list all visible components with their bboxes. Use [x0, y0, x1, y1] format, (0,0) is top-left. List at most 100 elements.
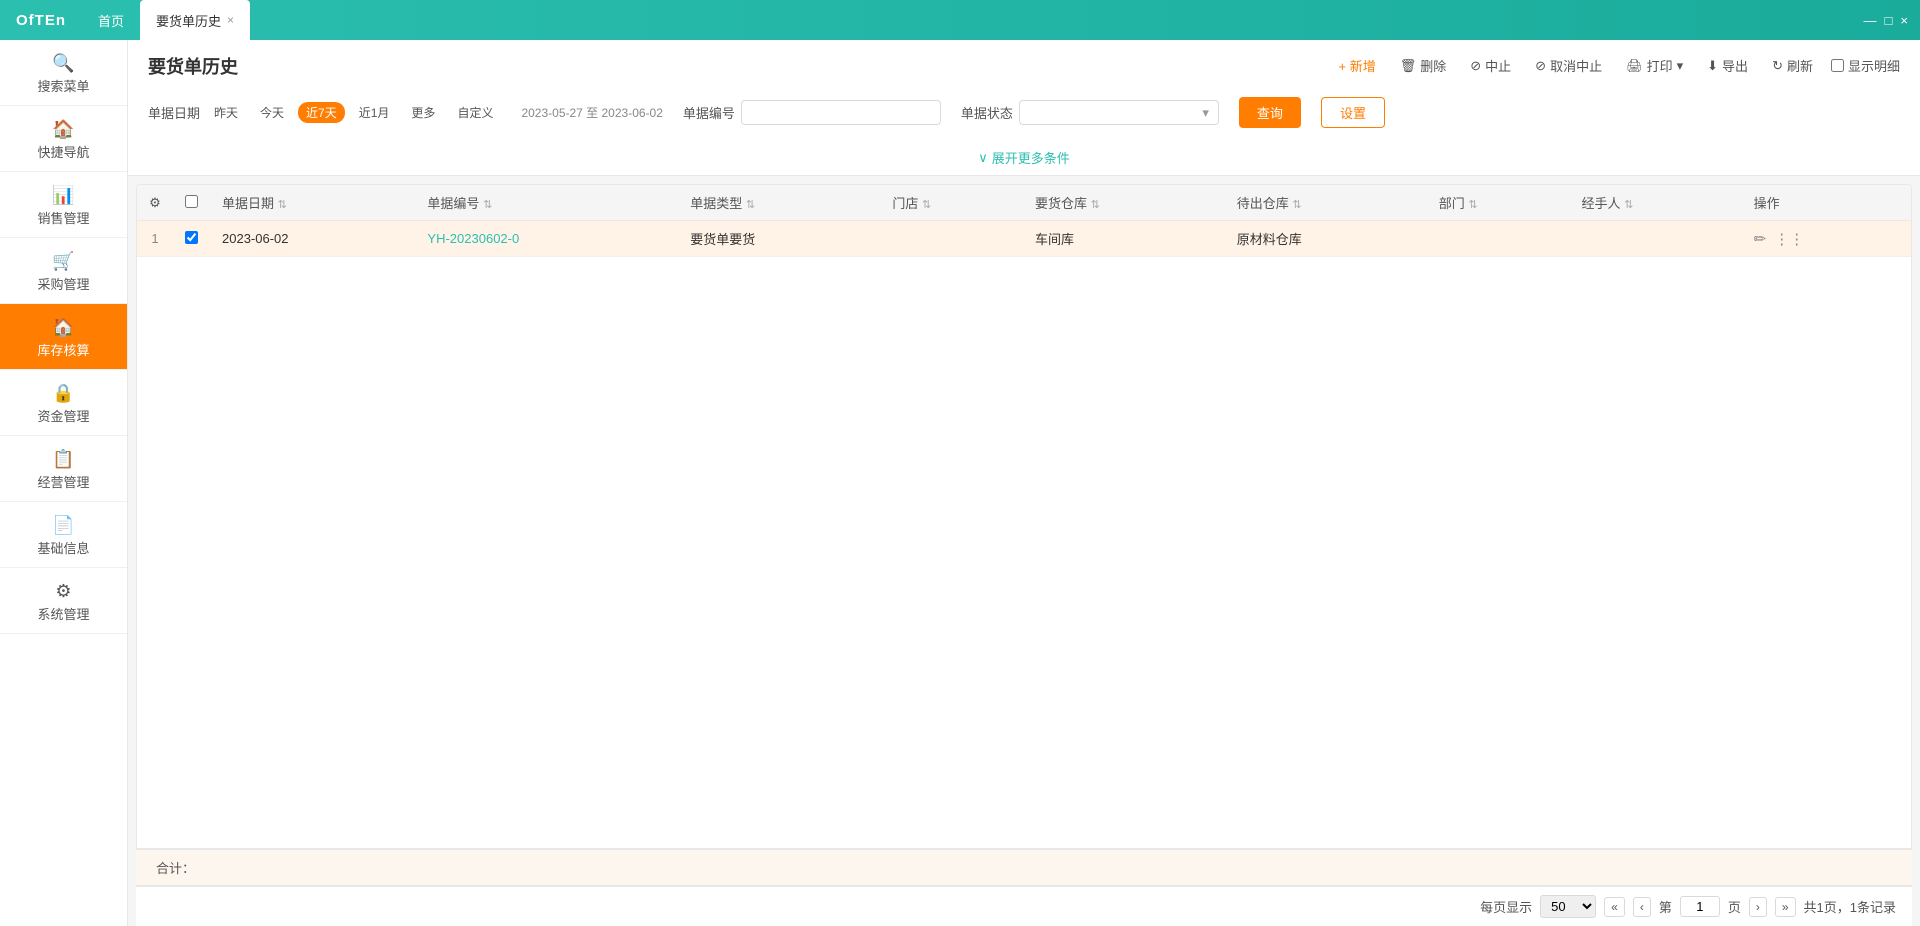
- sort-date-icon: ⇅: [278, 199, 287, 211]
- date-btn-last-month[interactable]: 近1月: [351, 102, 398, 123]
- sidebar-item-operations[interactable]: 📋 经营管理: [0, 436, 127, 502]
- tab-home[interactable]: 首页: [82, 0, 140, 40]
- expand-more-button[interactable]: ∨ 展开更多条件: [978, 148, 1070, 167]
- last-page-btn[interactable]: »: [1775, 897, 1796, 917]
- maximize-btn[interactable]: □: [1885, 13, 1893, 28]
- filter-row: 单据日期 昨天 今天 近7天 近1月 更多 自定义 2023-05-27 至 2…: [148, 87, 1900, 136]
- col-handler[interactable]: 经手人 ⇅: [1569, 185, 1741, 221]
- status-select[interactable]: [1019, 100, 1219, 125]
- date-btn-yesterday[interactable]: 昨天: [206, 102, 246, 123]
- row-handler-cell: [1569, 221, 1741, 257]
- minimize-btn[interactable]: —: [1864, 13, 1877, 28]
- more-action-icon[interactable]: ⋮⋮: [1774, 230, 1804, 248]
- col-department[interactable]: 部门 ⇅: [1427, 185, 1570, 221]
- col-date[interactable]: 单据日期 ⇅: [210, 185, 415, 221]
- row-checkbox-cell[interactable]: [173, 221, 210, 257]
- show-detail-toggle[interactable]: 显示明细: [1831, 56, 1900, 75]
- show-detail-checkbox[interactable]: [1831, 59, 1844, 72]
- sort-store-icon: ⇅: [922, 199, 931, 211]
- export-icon: ⬇: [1707, 58, 1718, 74]
- page-size-select[interactable]: 50 10 20 100: [1540, 895, 1596, 918]
- expand-more-bar: ∨ 展开更多条件: [148, 144, 1900, 175]
- date-range-text: 2023-05-27 至 2023-06-02: [521, 104, 662, 121]
- order-no-filter-group: 单据编号: [683, 100, 941, 125]
- prev-page-btn[interactable]: ‹: [1633, 897, 1651, 917]
- delete-icon: 🗑: [1400, 58, 1417, 74]
- export-button[interactable]: ⬇ 导出: [1701, 52, 1754, 79]
- row-pending-warehouse-cell: 原材料仓库: [1225, 221, 1427, 257]
- row-num-cell: 1: [137, 221, 173, 257]
- sidebar: 🔍 搜索菜单 🏠 快捷导航 📊 销售管理 🛒 采购管理 🏠 库存核算 🔒 资金管…: [0, 40, 128, 926]
- sidebar-item-label: 经营管理: [37, 472, 89, 491]
- col-settings[interactable]: ⚙: [137, 185, 173, 221]
- edit-icon[interactable]: ✏: [1754, 230, 1767, 248]
- page-number-input[interactable]: [1680, 896, 1720, 917]
- sidebar-item-finance[interactable]: 🔒 资金管理: [0, 370, 127, 436]
- row-order-no-cell[interactable]: YH-20230602-0: [415, 221, 678, 257]
- col-pending-warehouse[interactable]: 待出仓库 ⇅: [1225, 185, 1427, 221]
- date-btn-more[interactable]: 更多: [403, 102, 443, 123]
- col-order-type[interactable]: 单据类型 ⇅: [678, 185, 880, 221]
- row-store-cell: [880, 221, 1023, 257]
- next-page-btn[interactable]: ›: [1749, 897, 1767, 917]
- cancel-stop-icon: ⊘: [1535, 58, 1546, 74]
- sidebar-item-basic-info[interactable]: 📄 基础信息: [0, 502, 127, 568]
- pagination: 每页显示 50 10 20 100 « ‹ 第 页 › » 共1页，1条记录: [136, 886, 1912, 926]
- row-action-cell: ✏ ⋮⋮: [1742, 221, 1911, 257]
- sort-handler-icon: ⇅: [1624, 199, 1633, 211]
- table-header-row: ⚙ 单据日期 ⇅ 单据编号 ⇅ 单据类型: [137, 185, 1911, 221]
- col-req-warehouse[interactable]: 要货仓库 ⇅: [1023, 185, 1225, 221]
- sidebar-item-inventory[interactable]: 🏠 库存核算: [0, 304, 127, 370]
- toolbar: + 新增 🗑 删除 ⊘ 中止 ⊘ 取消中止 🖨 打: [1332, 52, 1900, 79]
- query-button[interactable]: 查询: [1239, 97, 1301, 128]
- row-date-cell: 2023-06-02: [210, 221, 415, 257]
- settings-button[interactable]: 设置: [1321, 97, 1385, 128]
- order-no-link[interactable]: YH-20230602-0: [427, 231, 519, 246]
- page-title: 要货单历史: [148, 53, 238, 79]
- sidebar-item-search[interactable]: 🔍 搜索菜单: [0, 40, 127, 106]
- sidebar-item-label: 快捷导航: [37, 142, 89, 161]
- first-page-btn[interactable]: «: [1604, 897, 1625, 917]
- basic-info-icon: 📄: [52, 516, 74, 534]
- col-store[interactable]: 门店 ⇅: [880, 185, 1023, 221]
- page-size-label: 每页显示: [1480, 897, 1532, 916]
- row-req-warehouse-cell: 车间库: [1023, 221, 1225, 257]
- topbar-window-controls: — □ ×: [1864, 13, 1920, 28]
- date-btn-last7days[interactable]: 近7天: [298, 102, 345, 123]
- status-filter-group: 单据状态: [961, 100, 1219, 125]
- app-logo: OfTEn: [0, 12, 82, 29]
- date-btn-today[interactable]: 今天: [252, 102, 292, 123]
- delete-button[interactable]: 🗑 删除: [1394, 52, 1453, 79]
- select-all-checkbox[interactable]: [185, 195, 198, 208]
- col-order-no[interactable]: 单据编号 ⇅: [415, 185, 678, 221]
- tab-close-icon[interactable]: ×: [227, 13, 234, 27]
- requisition-table: ⚙ 单据日期 ⇅ 单据编号 ⇅ 单据类型: [137, 185, 1911, 257]
- table-row: 1 2023-06-02 YH-20230602-0 要货单要货 车间库 原材料…: [137, 221, 1911, 257]
- row-checkbox[interactable]: [185, 231, 198, 244]
- print-button[interactable]: 🖨 打印 ▾: [1620, 52, 1689, 79]
- sidebar-item-sales[interactable]: 📊 销售管理: [0, 172, 127, 238]
- cancel-stop-button[interactable]: ⊘ 取消中止: [1529, 52, 1608, 79]
- new-button[interactable]: + 新增: [1332, 52, 1381, 79]
- status-label: 单据状态: [961, 103, 1013, 122]
- tab-requisition-history[interactable]: 要货单历史 ×: [140, 0, 250, 40]
- sidebar-item-quick-nav[interactable]: 🏠 快捷导航: [0, 106, 127, 172]
- sidebar-item-system[interactable]: ⚙ 系统管理: [0, 568, 127, 634]
- order-no-input[interactable]: [741, 100, 941, 125]
- date-range-display: 2023-05-27 至 2023-06-02: [521, 104, 662, 121]
- page-header: 要货单历史 + 新增 🗑 删除 ⊘ 中止 ⊘ 取消中止: [128, 40, 1920, 176]
- close-btn[interactable]: ×: [1900, 13, 1908, 28]
- stop-icon: ⊘: [1470, 58, 1481, 74]
- page-label: 第: [1659, 897, 1672, 916]
- sidebar-item-purchase[interactable]: 🛒 采购管理: [0, 238, 127, 304]
- sort-order-no-icon: ⇅: [483, 199, 492, 211]
- finance-icon: 🔒: [52, 384, 74, 402]
- action-icons: ✏ ⋮⋮: [1754, 230, 1899, 248]
- date-filter-group: 单据日期 昨天 今天 近7天 近1月 更多 自定义: [148, 102, 501, 123]
- stop-button[interactable]: ⊘ 中止: [1464, 52, 1517, 79]
- total-info: 共1页，1条记录: [1804, 897, 1896, 916]
- sidebar-item-label: 销售管理: [37, 208, 89, 227]
- print-dropdown-icon: ▾: [1677, 58, 1684, 74]
- refresh-button[interactable]: ↻ 刷新: [1766, 52, 1819, 79]
- date-btn-custom[interactable]: 自定义: [449, 102, 501, 123]
